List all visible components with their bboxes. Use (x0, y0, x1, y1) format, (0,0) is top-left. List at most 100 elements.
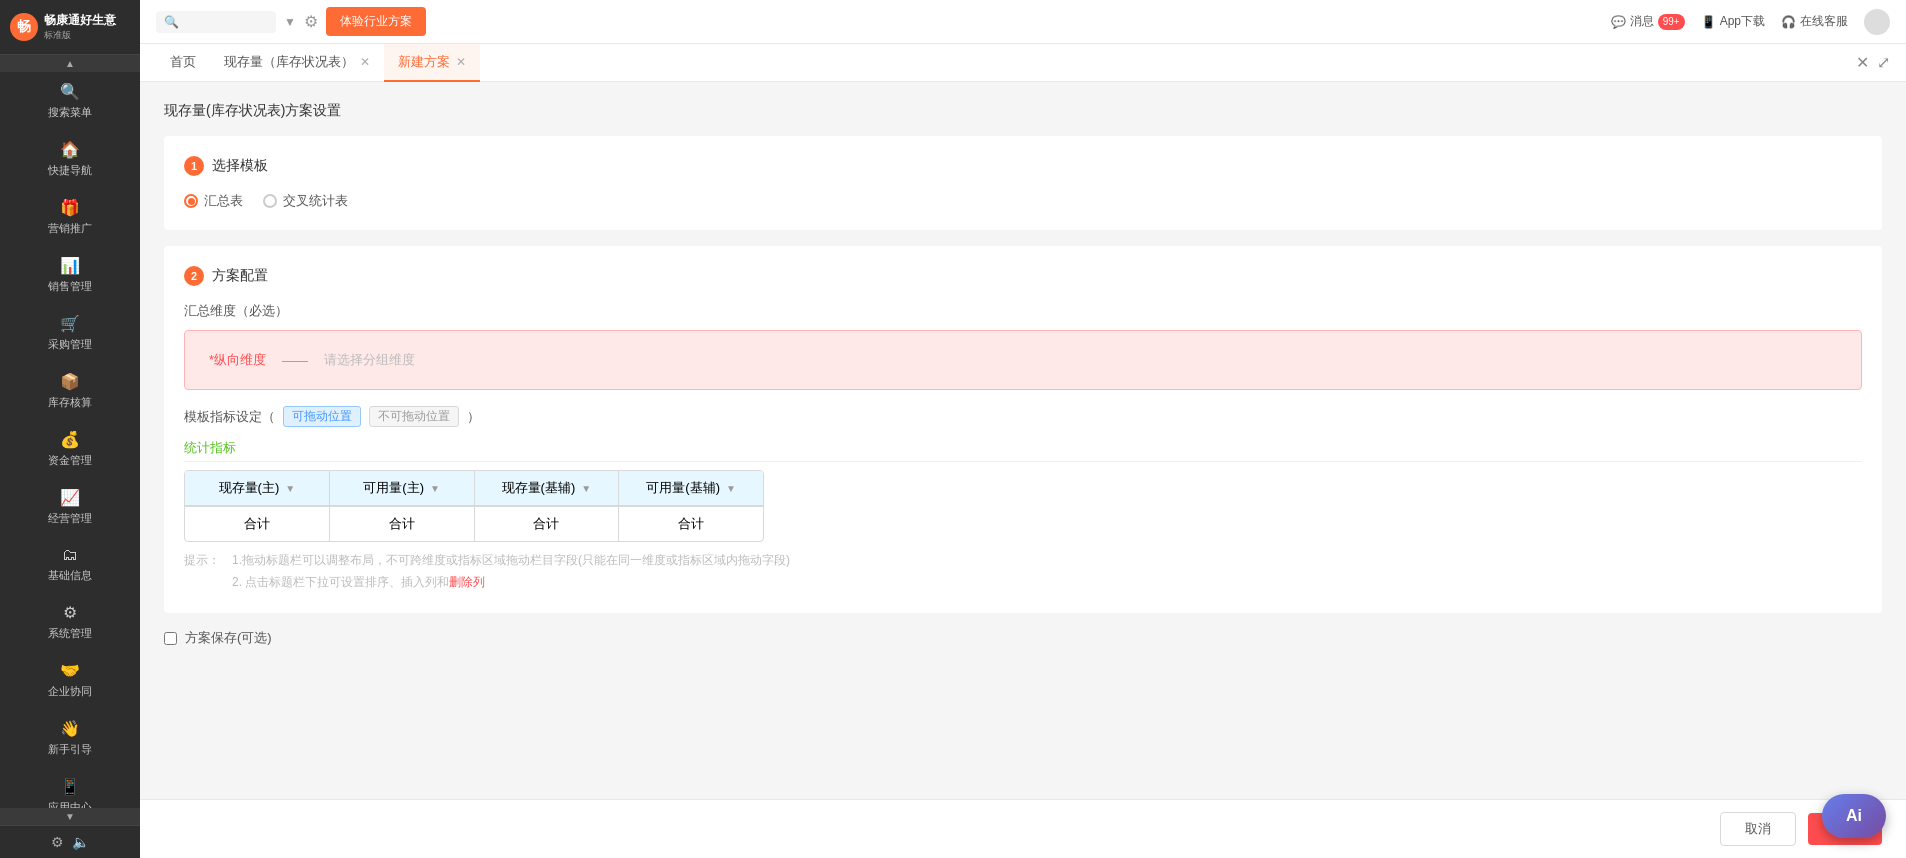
sidebar: 畅 畅康通好生意 标准版 ▲ 🔍 搜索菜单 🏠 快捷导航 🎁 营销推广 📊 销售… (0, 0, 140, 858)
stats-col-3-label: 现存量(基辅) (502, 479, 576, 497)
save-plan-checkbox[interactable] (164, 632, 177, 645)
stats-table: 现存量(主) ▼ 可用量(主) ▼ 现存量(基辅) ▼ 可用量(基辅) (184, 470, 764, 542)
chevron-down-icon[interactable]: ▼ (284, 15, 296, 29)
hint-1: 提示： 1.拖动标题栏可以调整布局，不可跨维度或指标区域拖动栏目字段(只能在同一… (184, 550, 1862, 572)
stats-col-4-value: 合计 (678, 515, 704, 533)
stats-col-1-label: 现存量(主) (219, 479, 280, 497)
sidebar-item-label: 经营管理 (48, 511, 92, 526)
ai-bubble[interactable]: Ai (1822, 794, 1886, 838)
messages-btn[interactable]: 💬 消息 99+ (1611, 13, 1685, 30)
sidebar-item-label: 采购管理 (48, 337, 92, 352)
radio-cross[interactable]: 交叉统计表 (263, 192, 348, 210)
app-download-label: App下载 (1720, 13, 1765, 30)
sidebar-item-quick-nav[interactable]: 🏠 快捷导航 (0, 130, 140, 188)
basics-icon: 🗂 (62, 546, 78, 564)
sidebar-item-system[interactable]: ⚙ 系统管理 (0, 593, 140, 651)
stats-col-2-value: 合计 (389, 515, 415, 533)
settings-top-icon[interactable]: ⚙ (304, 12, 318, 31)
phone-icon: 📱 (1701, 15, 1716, 29)
tab-new-plan-close[interactable]: ✕ (456, 55, 466, 69)
cancel-button[interactable]: 取消 (1720, 812, 1796, 846)
tab-new-plan[interactable]: 新建方案 ✕ (384, 44, 480, 82)
dimension-box: *纵向维度 —— 请选择分组维度 (184, 330, 1862, 390)
stats-col-3-header[interactable]: 现存量(基辅) ▼ (475, 471, 620, 505)
sidebar-item-label: 销售管理 (48, 279, 92, 294)
sidebar-item-search[interactable]: 🔍 搜索菜单 (0, 72, 140, 130)
radio-cross-dot (263, 194, 277, 208)
sidebar-item-purchase[interactable]: 🛒 采购管理 (0, 304, 140, 362)
logo-text: 畅康通好生意 标准版 (44, 12, 116, 42)
gift-icon: 🎁 (60, 198, 80, 217)
headset-icon: 🎧 (1781, 15, 1796, 29)
save-plan-label[interactable]: 方案保存(可选) (185, 629, 272, 647)
sidebar-item-label: 搜索菜单 (48, 105, 92, 120)
stats-col-2-label: 可用量(主) (363, 479, 424, 497)
sidebar-item-newbie[interactable]: 👋 新手引导 (0, 709, 140, 767)
chevron-2-icon: ▼ (430, 483, 440, 494)
sidebar-scroll-up[interactable]: ▲ (0, 55, 140, 72)
chart-icon: 📊 (60, 256, 80, 275)
sidebar-scroll-down[interactable]: ▼ (0, 808, 140, 825)
stats-col-1-header[interactable]: 现存量(主) ▼ (185, 471, 330, 505)
tab-home-label: 首页 (170, 53, 196, 71)
stats-col-4-body: 合计 (619, 506, 763, 541)
search-icon-top: 🔍 (164, 15, 179, 29)
stats-col-2-body: 合计 (330, 506, 475, 541)
sidebar-item-label: 企业协同 (48, 684, 92, 699)
settings-bottom-icon[interactable]: ⚙ (51, 834, 64, 850)
sidebar-bottom: ⚙ 🔈 (0, 825, 140, 858)
sidebar-item-app-center[interactable]: 📱 应用中心 (0, 767, 140, 808)
stats-col-4-header[interactable]: 可用量(基辅) ▼ (619, 471, 763, 505)
sidebar-item-marketing[interactable]: 🎁 营销推广 (0, 188, 140, 246)
app-download-btn[interactable]: 📱 App下载 (1701, 13, 1765, 30)
logo-icon: 畅 (10, 13, 38, 41)
stats-col-1-body: 合计 (185, 506, 330, 541)
sidebar-item-basics[interactable]: 🗂 基础信息 (0, 536, 140, 593)
sidebar-item-label: 基础信息 (48, 568, 92, 583)
money-icon: 💰 (60, 430, 80, 449)
expand-panel-btn[interactable]: ⤢ (1877, 53, 1890, 72)
sidebar-item-label: 新手引导 (48, 742, 92, 757)
sidebar-item-operations[interactable]: 📈 经营管理 (0, 478, 140, 536)
tab-inventory-status[interactable]: 现存量（库存状况表） ✕ (210, 44, 384, 82)
indicator-settings-label: 模板指标设定（ (184, 408, 275, 426)
step2-title: 方案配置 (212, 267, 268, 285)
sidebar-item-label: 系统管理 (48, 626, 92, 641)
dimension-required-label: *纵向维度 (209, 351, 266, 369)
user-avatar[interactable] (1864, 9, 1890, 35)
step2-number: 2 (184, 266, 204, 286)
chevron-1-icon: ▼ (285, 483, 295, 494)
ai-label: Ai (1846, 807, 1862, 825)
sidebar-item-sales[interactable]: 📊 销售管理 (0, 246, 140, 304)
sidebar-item-label: 资金管理 (48, 453, 92, 468)
sidebar-logo: 畅 畅康通好生意 标准版 (0, 0, 140, 55)
search-area: 🔍 (156, 11, 276, 33)
close-panel-btn[interactable]: ✕ (1856, 53, 1869, 72)
industry-btn[interactable]: 体验行业方案 (326, 7, 426, 36)
stats-col-3-value: 合计 (533, 515, 559, 533)
hint-2: 2. 点击标题栏下拉可设置排序、插入列和删除列 (184, 572, 1862, 594)
speaker-icon[interactable]: 🔈 (72, 834, 89, 850)
sidebar-item-inventory[interactable]: 📦 库存核算 (0, 362, 140, 420)
stats-col-1-value: 合计 (244, 515, 270, 533)
stats-col-2-header[interactable]: 可用量(主) ▼ (330, 471, 475, 505)
step1-title: 选择模板 (212, 157, 268, 175)
step2-header: 2 方案配置 (184, 266, 1862, 286)
messages-badge: 99+ (1658, 14, 1685, 30)
radio-summary[interactable]: 汇总表 (184, 192, 243, 210)
dimension-placeholder: 请选择分组维度 (324, 351, 415, 369)
tab-inventory-status-label: 现存量（库存状况表） (224, 53, 354, 71)
cart-icon: 🛒 (60, 314, 80, 333)
sidebar-item-enterprise[interactable]: 🤝 企业协同 (0, 651, 140, 709)
dimension-arrow: —— (282, 353, 308, 368)
online-service-btn[interactable]: 🎧 在线客服 (1781, 13, 1848, 30)
message-icon: 💬 (1611, 15, 1626, 29)
page-title: 现存量(库存状况表)方案设置 (164, 102, 1882, 120)
tab-inventory-status-close[interactable]: ✕ (360, 55, 370, 69)
sidebar-item-label: 库存核算 (48, 395, 92, 410)
sidebar-item-label: 快捷导航 (48, 163, 92, 178)
sidebar-item-finance[interactable]: 💰 资金管理 (0, 420, 140, 478)
tabs-bar: 首页 现存量（库存状况表） ✕ 新建方案 ✕ ✕ ⤢ (140, 44, 1906, 82)
template-options: 汇总表 交叉统计表 (184, 192, 1862, 210)
tab-home[interactable]: 首页 (156, 44, 210, 82)
